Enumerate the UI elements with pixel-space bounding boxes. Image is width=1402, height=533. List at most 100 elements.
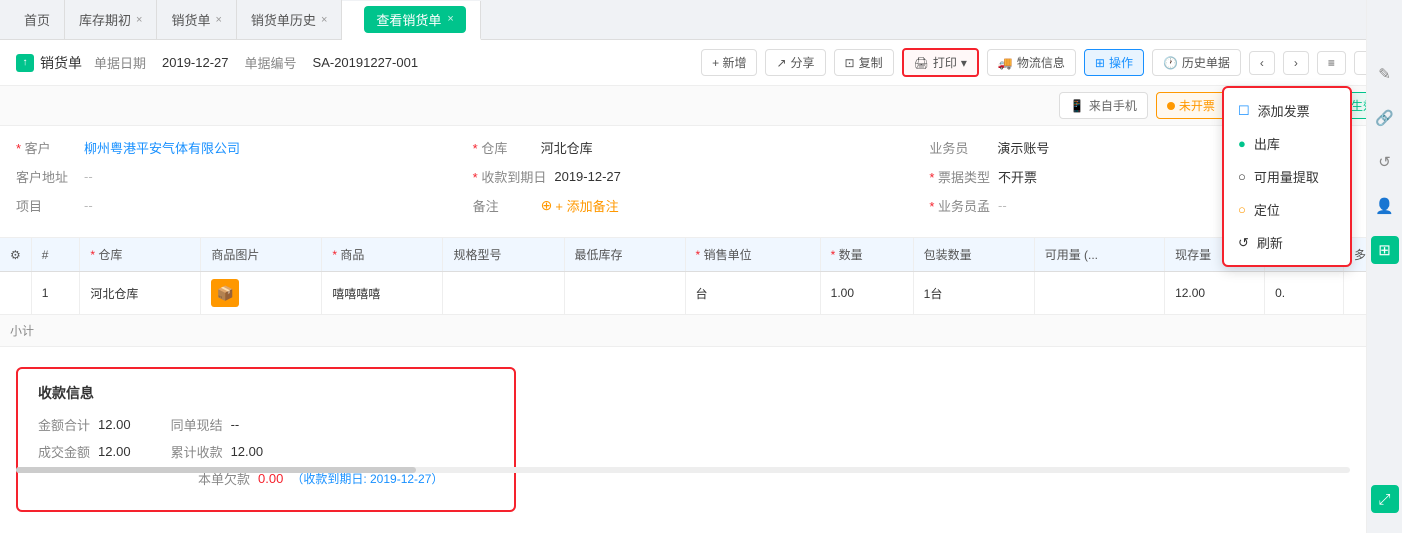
staff-value: 演示账号	[997, 138, 1049, 157]
customer-value[interactable]: 柳州粤港平安气体有限公司	[84, 138, 240, 157]
due-date-value: 2019-12-27	[554, 169, 621, 184]
not-opened-dot	[1167, 102, 1175, 110]
available-qty-item[interactable]: ○ 可用量提取	[1224, 160, 1350, 193]
share-button[interactable]: ↗ 分享	[765, 49, 825, 76]
project-label: 项目	[16, 196, 76, 215]
sidebar-user-icon[interactable]: 👤	[1371, 192, 1399, 220]
form-row-2: 客户地址 -- 收款到期日 2019-12-27 票据类型 不开票	[16, 167, 1386, 186]
col-min-stock: 最低库存	[564, 238, 685, 272]
sidebar-edit-icon[interactable]: ✎	[1371, 60, 1399, 88]
form-section: 客户 柳州粤港平安气体有限公司 仓库 河北仓库 业务员 演示账号 客户地址 --…	[0, 126, 1402, 237]
print-button[interactable]: 🖨 打印 ▾	[902, 48, 979, 77]
history-icon: 🕐	[1163, 56, 1178, 70]
logistics-button[interactable]: 🚚 物流信息	[987, 49, 1076, 76]
doc-type-label: 销货单	[40, 53, 82, 73]
col-quantity: 数量	[820, 238, 913, 272]
row-min-stock	[564, 272, 685, 315]
tab-inventory[interactable]: 库存期初 ×	[65, 0, 157, 39]
sidebar-table-icon[interactable]: ⊞	[1371, 236, 1399, 264]
form-row-1: 客户 柳州粤港平安气体有限公司 仓库 河北仓库 业务员 演示账号	[16, 138, 1386, 157]
tab-sales-history[interactable]: 销货单历史 ×	[237, 0, 342, 39]
project-value: --	[84, 198, 93, 213]
sidebar-refresh-icon[interactable]: ↺	[1371, 148, 1399, 176]
warehouse-label: 仓库	[473, 138, 533, 157]
tab-inventory-close[interactable]: ×	[136, 14, 142, 26]
settlement-value: --	[231, 417, 240, 432]
deal-value: 12.00	[98, 444, 131, 459]
row-price: 0.	[1265, 272, 1344, 315]
copy-button[interactable]: ⊡ 复制	[834, 49, 894, 76]
print-dropdown-icon: ▾	[961, 56, 967, 70]
col-unit: 销售单位	[685, 238, 820, 272]
outbound-icon: ●	[1238, 136, 1246, 151]
list-view-button[interactable]: ≡	[1317, 51, 1346, 75]
new-button[interactable]: + 新增	[701, 49, 757, 76]
logistics-icon: 🚚	[998, 56, 1013, 70]
total-label: 金额合计	[38, 415, 90, 434]
payment-row-1: 金额合计 12.00 同单现结 --	[38, 415, 494, 434]
add-invoice-item[interactable]: ☐ 添加发票	[1224, 94, 1350, 127]
refresh-icon: ↺	[1238, 235, 1249, 251]
cumulative-field: 累计收款 12.00	[171, 442, 264, 461]
tab-inventory-label: 库存期初	[79, 10, 131, 29]
col-settings[interactable]: ⚙	[0, 238, 31, 272]
tab-sales-history-close[interactable]: ×	[321, 14, 327, 26]
horizontal-scrollbar[interactable]	[16, 467, 1350, 473]
row-quantity: 1.00	[820, 272, 913, 315]
refresh-item[interactable]: ↺ 刷新	[1224, 226, 1350, 259]
sidebar-link-icon[interactable]: 🔗	[1371, 104, 1399, 132]
tab-home-label: 首页	[24, 10, 50, 29]
address-field: 客户地址 --	[16, 167, 473, 186]
due-date-label: 收款到期日	[473, 167, 547, 186]
payment-title: 收款信息	[38, 383, 494, 403]
total-amount-field: 金额合计 12.00	[38, 415, 131, 434]
ticket-label: 票据类型	[929, 167, 990, 186]
from-phone-button[interactable]: 📱 来自手机	[1059, 92, 1148, 119]
ticket-value: 不开票	[998, 167, 1037, 186]
prev-button[interactable]: ‹	[1249, 51, 1275, 75]
date-value: 2019-12-27	[162, 55, 229, 70]
tab-bar: 首页 库存期初 × 销货单 × 销货单历史 × 查看销货单 × ×	[0, 0, 1402, 40]
history-button[interactable]: 🕐 历史单据	[1152, 49, 1241, 76]
date-label: 单据日期	[94, 53, 146, 72]
warehouse-value: 河北仓库	[541, 138, 593, 157]
copy-icon: ⊡	[845, 56, 855, 70]
staff2-label: 业务员孟	[929, 196, 990, 215]
warehouse-field: 仓库 河北仓库	[473, 138, 930, 157]
row-product-image: 📦	[201, 272, 322, 315]
col-pack-qty: 包装数量	[913, 238, 1034, 272]
deal-label: 成交金额	[38, 442, 90, 461]
doc-title: ↑ 销货单	[16, 53, 82, 73]
not-opened-button[interactable]: 未开票	[1156, 92, 1226, 119]
row-spec	[443, 272, 564, 315]
tab-sales-close[interactable]: ×	[215, 14, 221, 26]
operation-dropdown: ☐ 添加发票 ● 出库 ○ 可用量提取 ○ 定位 ↺ 刷新	[1222, 86, 1352, 267]
product-thumbnail: 📦	[211, 279, 239, 307]
add-invoice-icon: ☐	[1238, 103, 1250, 119]
row-pack-qty: 1台	[913, 272, 1034, 315]
note-field: 备注 ⊕ + 添加备注	[473, 196, 930, 215]
row-settings	[0, 272, 31, 315]
total-value: 12.00	[98, 417, 131, 432]
operation-button[interactable]: ⊞ 操作	[1084, 49, 1144, 76]
next-button[interactable]: ›	[1283, 51, 1309, 75]
locate-item[interactable]: ○ 定位	[1224, 193, 1350, 226]
staff2-value: --	[998, 198, 1007, 213]
tab-sales[interactable]: 销货单 ×	[157, 0, 236, 39]
tab-view-sales-close[interactable]: ×	[447, 13, 453, 25]
outbound-item[interactable]: ● 出库	[1224, 127, 1350, 160]
add-note-button[interactable]: ⊕ + 添加备注	[541, 196, 619, 215]
tab-home[interactable]: 首页	[10, 0, 65, 39]
doc-meta: 单据日期 2019-12-27 单据编号 SA-20191227-001	[94, 53, 418, 72]
list-view-icon: ≡	[1328, 56, 1335, 70]
payment-info-box: 收款信息 金额合计 12.00 同单现结 -- 成交金额 12.00 累计收款 …	[16, 367, 516, 512]
tab-sales-history-label: 销货单历史	[251, 10, 316, 29]
project-field: 项目 --	[16, 196, 473, 215]
sidebar-expand-icon[interactable]: ⤢	[1371, 485, 1399, 513]
tab-view-sales[interactable]: 查看销货单 ×	[342, 1, 480, 40]
col-warehouse: 仓库	[80, 238, 201, 272]
doc-type-icon: ↑	[16, 54, 34, 72]
scrollbar-thumb[interactable]	[16, 467, 416, 473]
phone-icon: 📱	[1070, 99, 1085, 113]
due-date-field: 收款到期日 2019-12-27	[473, 167, 930, 186]
